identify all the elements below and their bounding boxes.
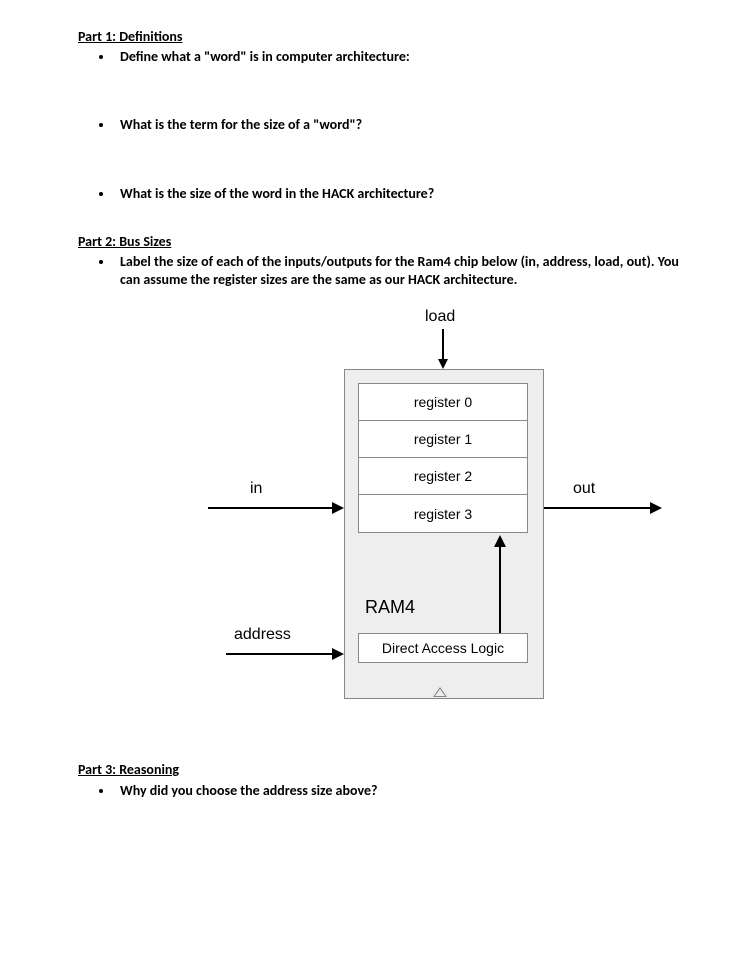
dal-up-arrow-icon [493,533,507,637]
direct-access-logic-box: Direct Access Logic [358,633,528,663]
part1-list: Define what a "word" is in computer arch… [114,48,682,203]
part2-heading: Part 2: Bus Sizes [78,233,682,251]
part1-heading: Part 1: Definitions [78,28,682,46]
in-arrow-icon [208,501,346,515]
part3-heading: Part 3: Reasoning [78,761,682,779]
address-label: address [234,625,291,646]
load-arrow-icon [438,329,448,371]
part3-item-0: Why did you choose the address size abov… [114,782,682,800]
out-arrow-icon [544,501,664,515]
part3-list: Why did you choose the address size abov… [114,782,682,800]
clock-triangle-icon [433,687,447,697]
part2-section: Part 2: Bus Sizes Label the size of each… [78,233,682,732]
part1-item-2: What is the size of the word in the HACK… [114,185,682,203]
ram4-diagram: load register 0 register 1 register 2 re… [100,301,660,731]
load-label: load [425,307,455,328]
part2-list: Label the size of each of the inputs/out… [114,253,682,289]
part3-section: Part 3: Reasoning Why did you choose the… [78,761,682,799]
out-label: out [573,479,595,500]
register-stack: register 0 register 1 register 2 registe… [358,383,528,533]
register-1: register 1 [359,421,527,458]
part2-item-0: Label the size of each of the inputs/out… [114,253,682,289]
part1-section: Part 1: Definitions Define what a "word"… [78,28,682,203]
chip-label: RAM4 [365,596,415,619]
in-label: in [250,479,262,500]
register-3: register 3 [359,495,527,532]
address-arrow-icon [226,647,346,661]
register-0: register 0 [359,384,527,421]
register-2: register 2 [359,458,527,495]
part1-item-0: Define what a "word" is in computer arch… [114,48,682,66]
part1-item-1: What is the term for the size of a "word… [114,116,682,134]
